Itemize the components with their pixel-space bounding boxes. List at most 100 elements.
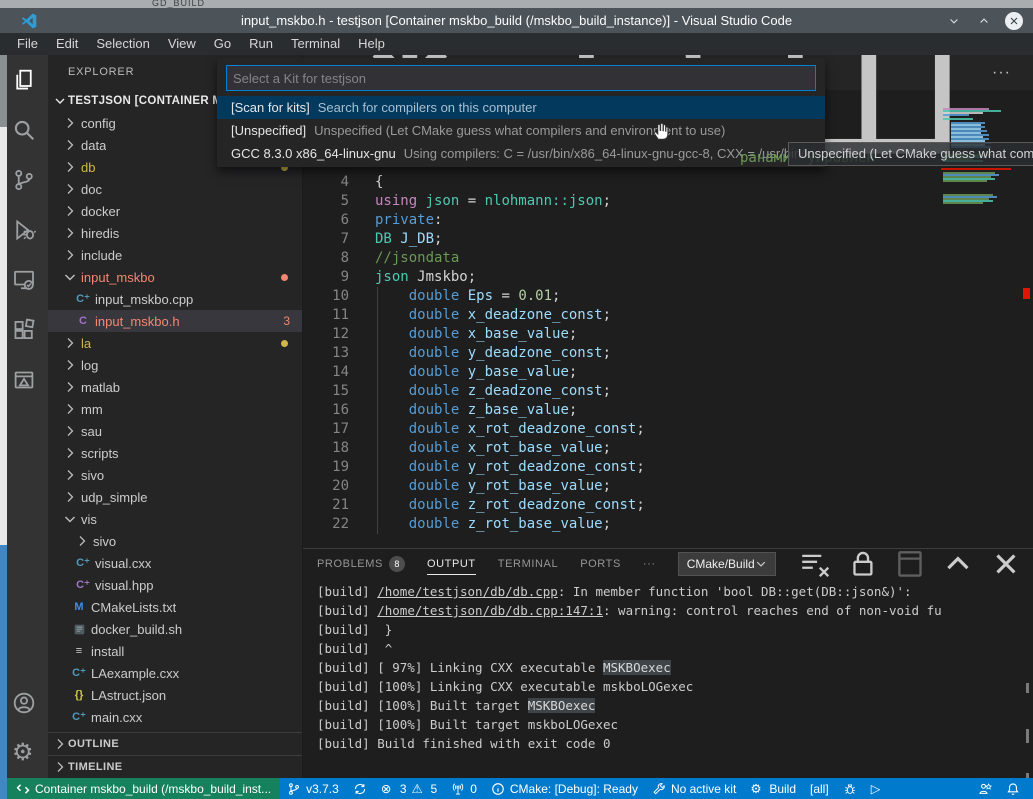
- tree-item-sivo[interactable]: sivo: [48, 464, 302, 486]
- tree-item-input-mskbo-cpp[interactable]: C⁺ input_mskbo.cpp: [48, 288, 302, 310]
- tree-item-docker-build-sh[interactable]: docker_build.sh: [48, 618, 302, 640]
- kit-option-scan-for-kits[interactable]: [Scan for kits] Search for compilers on t…: [217, 96, 825, 119]
- section-timeline[interactable]: TIMELINE: [48, 755, 302, 778]
- activity-extensions[interactable]: [0, 305, 48, 355]
- panel-tab-terminal[interactable]: TERMINAL: [498, 549, 558, 579]
- info-icon: [491, 782, 505, 796]
- maximize-panel-button[interactable]: [941, 547, 975, 581]
- status-notifications[interactable]: [999, 778, 1027, 799]
- status-build-target[interactable]: [all]: [803, 778, 836, 799]
- activity-run-and-debug[interactable]: [0, 205, 48, 255]
- status-version[interactable]: v3.7.3: [280, 778, 346, 799]
- panel-tab-ports[interactable]: PORTS: [580, 549, 621, 579]
- open-in-editor-button[interactable]: [893, 547, 927, 581]
- tree-item-vis[interactable]: vis: [48, 508, 302, 530]
- tree-item-visual-cxx[interactable]: C⁺ visual.cxx: [48, 552, 302, 574]
- tree-item-la[interactable]: la: [48, 332, 302, 354]
- panel-tab-problems[interactable]: PROBLEMS 8: [317, 549, 405, 579]
- kit-option-unspecified[interactable]: [Unspecified] Unspecified (Let CMake gues…: [217, 119, 825, 142]
- panel-tab-output[interactable]: OUTPUT: [426, 549, 476, 579]
- lock-icon: [846, 547, 880, 581]
- activity-settings[interactable]: ⚙: [0, 728, 48, 778]
- activity-explorer[interactable]: [0, 55, 48, 105]
- more-actions-button[interactable]: ···: [992, 64, 1011, 82]
- chevron-right-icon: [62, 489, 78, 505]
- output-console[interactable]: [build] /home/testjson/db/db.cpp: In mem…: [303, 579, 1033, 778]
- maximize-button[interactable]: [975, 12, 993, 30]
- code-text: //jsondata: [375, 250, 460, 266]
- menu-edit[interactable]: Edit: [47, 33, 87, 55]
- menu-file[interactable]: File: [8, 33, 47, 55]
- section-outline[interactable]: OUTLINE: [48, 732, 302, 755]
- tree-item-hiredis[interactable]: hiredis: [48, 222, 302, 244]
- status-remote-indicator[interactable]: Container mskbo_build (/mskbo_build_inst…: [7, 778, 281, 799]
- status-active-kit[interactable]: No active kit: [645, 778, 743, 799]
- status-feedback[interactable]: [971, 778, 999, 799]
- tree-item-laexample-cxx[interactable]: C⁺ LAexample.cxx: [48, 662, 302, 684]
- status-ports[interactable]: 0: [444, 778, 484, 799]
- chevron-right-icon: [62, 335, 78, 351]
- close-x-icon: [1008, 15, 1020, 27]
- code-text: double y_base_value;: [408, 364, 578, 380]
- kit-search-input[interactable]: [227, 70, 815, 86]
- tree-item-visual-hpp[interactable]: C⁺ visual.hpp: [48, 574, 302, 596]
- tree-item-main-cxx[interactable]: C⁺ main.cxx: [48, 706, 302, 728]
- quickpick-input[interactable]: [226, 65, 816, 91]
- tree-item-udp-simple[interactable]: udp_simple: [48, 486, 302, 508]
- activity-accounts[interactable]: [0, 678, 48, 728]
- tree-item-scripts[interactable]: scripts: [48, 442, 302, 464]
- output-channel-select[interactable]: CMake/Build: [677, 552, 776, 576]
- tree-item-input-mskbo[interactable]: input_mskbo: [48, 266, 302, 288]
- file-type-icon: C⁺: [76, 579, 90, 591]
- activity-search[interactable]: [0, 105, 48, 155]
- status-sync[interactable]: [346, 778, 374, 799]
- chevron-down-icon: [52, 93, 68, 109]
- status-label: 3: [399, 781, 407, 796]
- menu-view[interactable]: View: [159, 33, 205, 55]
- title-bar: input_mskbo.h - testjson [Container mskb…: [0, 8, 1033, 33]
- tree-item-include[interactable]: include: [48, 244, 302, 266]
- file-link[interactable]: /home/testjson/db/db.cpp:147:1: [377, 603, 603, 618]
- close-panel-button[interactable]: [989, 547, 1023, 581]
- status-cmake-status[interactable]: CMake: [Debug]: Ready: [484, 778, 645, 799]
- tree-item-doc[interactable]: doc: [48, 178, 302, 200]
- code-text: json Jmskbo;: [375, 269, 477, 285]
- status-build-button[interactable]: ⚙ Build: [743, 778, 803, 799]
- lock-scrolling-button[interactable]: [846, 547, 880, 581]
- menu-go[interactable]: Go: [205, 33, 240, 55]
- tree-item-sau[interactable]: sau: [48, 420, 302, 442]
- background-window-edge: [0, 55, 7, 799]
- chev-right-icon: [52, 736, 68, 752]
- clear-output-button[interactable]: [798, 547, 832, 581]
- status-label: No active kit: [670, 781, 737, 796]
- minimap[interactable]: [941, 108, 1011, 308]
- tree-item-input-mskbo-h[interactable]: Cinput_mskbo.h 3: [48, 310, 302, 332]
- menu-terminal[interactable]: Terminal: [282, 33, 349, 55]
- tree-item-docker[interactable]: docker: [48, 200, 302, 222]
- minimize-button[interactable]: [945, 12, 963, 30]
- menu-run[interactable]: Run: [240, 33, 282, 55]
- tree-item-matlab[interactable]: matlab: [48, 376, 302, 398]
- code-line-8: 8 //jsondata: [303, 249, 948, 268]
- tree-item-lastruct-json[interactable]: {} LAstruct.json: [48, 684, 302, 706]
- status-launch-button[interactable]: ▷: [864, 778, 892, 799]
- tree-item-mm[interactable]: mm: [48, 398, 302, 420]
- activity-source-control[interactable]: [0, 155, 48, 205]
- tree-item-sivo[interactable]: sivo: [48, 530, 302, 552]
- line-number: 20: [332, 478, 349, 494]
- close-button[interactable]: [1005, 11, 1023, 30]
- status-debug-button[interactable]: [836, 778, 864, 799]
- menu-help[interactable]: Help: [349, 33, 394, 55]
- status-problems[interactable]: ⊗ 3 ⚠ 5: [374, 778, 444, 799]
- code-text: DB J_DB;: [375, 231, 443, 247]
- clear-icon: [798, 547, 832, 581]
- activity-remote-explorer[interactable]: [0, 255, 48, 305]
- tree-item-cmakelists-txt[interactable]: M CMakeLists.txt: [48, 596, 302, 618]
- menu-selection[interactable]: Selection: [87, 33, 158, 55]
- activity-cmake-tools[interactable]: [0, 355, 48, 405]
- file-link[interactable]: /home/testjson/db/db.cpp: [377, 584, 558, 599]
- panel-more-tabs[interactable]: ···: [643, 549, 656, 579]
- tree-item-log[interactable]: log: [48, 354, 302, 376]
- kit-option-gcc-8-3-0-x86-64-linux-gnu[interactable]: GCC 8.3.0 x86_64-linux-gnu Using compiler…: [217, 142, 825, 165]
- tree-item-install[interactable]: ≡ install: [48, 640, 302, 662]
